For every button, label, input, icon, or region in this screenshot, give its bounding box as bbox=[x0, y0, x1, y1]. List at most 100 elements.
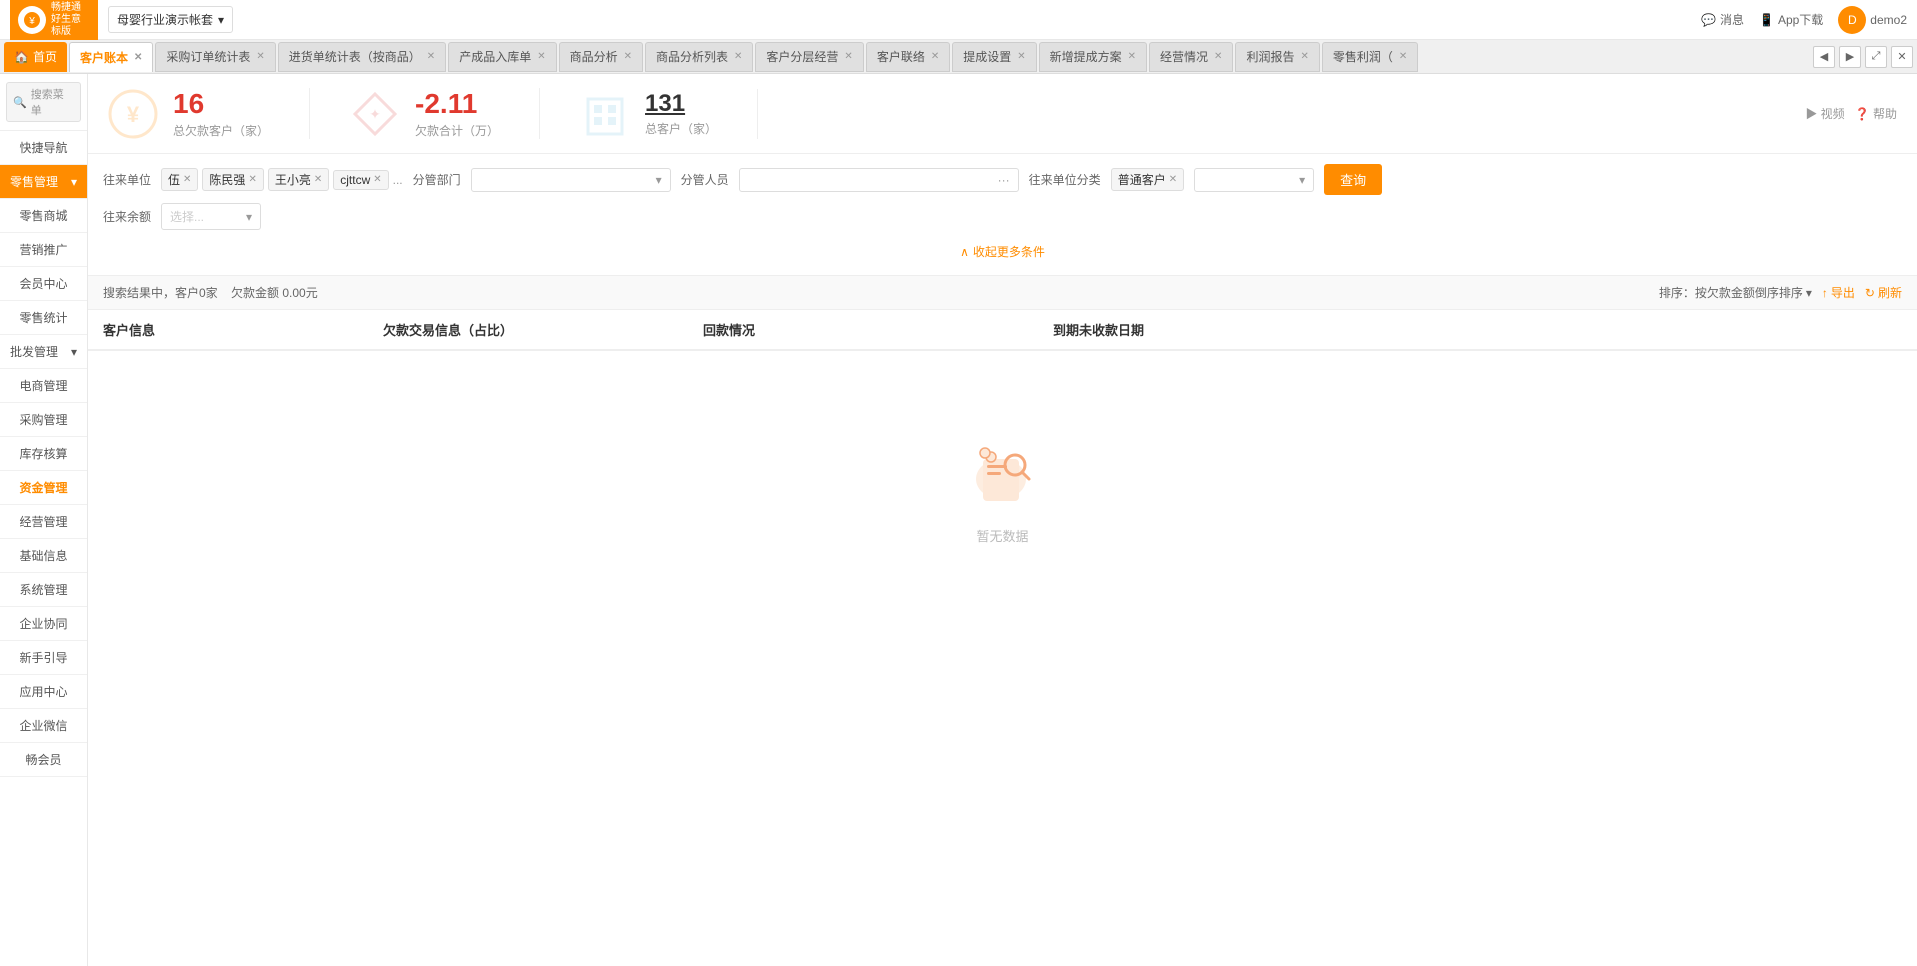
col-header-debt: 欠款交易信息（占比） bbox=[383, 320, 703, 339]
empty-illustration bbox=[963, 431, 1043, 511]
tab-profit-report[interactable]: 利润报告 ✕ bbox=[1235, 42, 1319, 72]
filter-bar: 往来单位 伍 ✕ 陈民强 ✕ 王小亮 ✕ cjttcw bbox=[88, 154, 1917, 276]
collapse-area: ∧ 收起更多条件 bbox=[103, 238, 1902, 265]
video-help-button[interactable]: ▶ 视频 bbox=[1805, 105, 1844, 122]
chevron-icon: ▾ bbox=[71, 345, 77, 359]
play-icon: ▶ bbox=[1805, 107, 1817, 121]
close-icon[interactable]: ✕ bbox=[1128, 51, 1136, 62]
tab-customer-contact[interactable]: 客户联络 ✕ bbox=[866, 42, 950, 72]
tab-operation[interactable]: 经营情况 ✕ bbox=[1149, 42, 1233, 72]
sidebar-item-retail-stats[interactable]: 零售统计 bbox=[0, 301, 87, 335]
top-bar: ¥ 畅捷通好生意 标版 母婴行业演示帐套 ▾ 💬 消息 📱 App下载 D de… bbox=[0, 0, 1917, 40]
tab-stock-stats[interactable]: 进货单统计表（按商品） ✕ bbox=[278, 42, 446, 72]
sidebar-item-retail[interactable]: 零售管理 ▾ bbox=[0, 165, 87, 199]
tab-add-commission[interactable]: 新增提成方案 ✕ bbox=[1039, 42, 1147, 72]
sidebar-item-finance[interactable]: 资金管理 bbox=[0, 471, 87, 505]
sidebar-item-ecommerce[interactable]: 电商管理 bbox=[0, 369, 87, 403]
main-layout: 🔍 搜索菜单 快捷导航 零售管理 ▾ 零售商城 营销推广 会员中心 零售统计 批… bbox=[0, 74, 1917, 966]
sidebar-item-system[interactable]: 系统管理 bbox=[0, 573, 87, 607]
tab-menu-button[interactable]: ✕ bbox=[1891, 46, 1913, 68]
svg-text:¥: ¥ bbox=[28, 16, 35, 27]
message-icon: 💬 bbox=[1701, 13, 1716, 27]
message-button[interactable]: 💬 消息 bbox=[1701, 11, 1744, 28]
sidebar-item-purchase[interactable]: 采购管理 bbox=[0, 403, 87, 437]
search-menu-button[interactable]: 🔍 搜索菜单 bbox=[6, 82, 81, 122]
unit-class-dropdown[interactable]: ▾ bbox=[1194, 168, 1314, 192]
tag-close-wu[interactable]: ✕ bbox=[183, 174, 191, 185]
sidebar-item-member2[interactable]: 畅会员 bbox=[0, 743, 87, 777]
sidebar-item-enterprise[interactable]: 企业协同 bbox=[0, 607, 87, 641]
sidebar-item-quick-nav[interactable]: 快捷导航 bbox=[0, 131, 87, 165]
tag-normal-customer: 普通客户 ✕ bbox=[1111, 168, 1184, 191]
export-button[interactable]: ↑ 导出 bbox=[1822, 284, 1855, 301]
sidebar-item-operation[interactable]: 经营管理 bbox=[0, 505, 87, 539]
tab-home[interactable]: 🏠 首页 bbox=[4, 42, 67, 72]
close-icon[interactable]: ✕ bbox=[844, 51, 852, 62]
svg-text:✦: ✦ bbox=[369, 106, 381, 122]
close-icon[interactable]: ✕ bbox=[624, 51, 632, 62]
chevron-icon: ▾ bbox=[71, 175, 77, 189]
sidebar-item-inventory[interactable]: 库存核算 bbox=[0, 437, 87, 471]
export-icon: ↑ bbox=[1822, 286, 1828, 300]
tag-close-chen[interactable]: ✕ bbox=[248, 174, 256, 185]
account-selector[interactable]: 母婴行业演示帐套 ▾ bbox=[108, 6, 233, 33]
close-icon[interactable]: ✕ bbox=[1399, 51, 1407, 62]
close-icon[interactable]: ✕ bbox=[931, 51, 939, 62]
tab-prev-button[interactable]: ◀ bbox=[1813, 46, 1835, 68]
tab-next-button[interactable]: ▶ bbox=[1839, 46, 1861, 68]
yen-circle-icon: ¥ bbox=[108, 89, 158, 139]
query-button[interactable]: 查询 bbox=[1324, 164, 1382, 195]
diamond-icon: ✦ bbox=[350, 89, 400, 139]
close-icon[interactable]: ✕ bbox=[1214, 51, 1222, 62]
sidebar-item-basic-info[interactable]: 基础信息 bbox=[0, 539, 87, 573]
table-header: 客户信息 欠款交易信息（占比） 回款情况 到期未收款日期 bbox=[88, 310, 1917, 351]
close-icon[interactable]: ✕ bbox=[734, 51, 742, 62]
close-icon[interactable]: ✕ bbox=[256, 51, 264, 62]
sidebar-item-marketing[interactable]: 营销推广 bbox=[0, 233, 87, 267]
sidebar-item-retail-mall[interactable]: 零售商城 bbox=[0, 199, 87, 233]
person-dropdown[interactable]: ··· bbox=[739, 168, 1019, 192]
close-icon[interactable]: ✕ bbox=[427, 51, 435, 62]
stats-bar: ¥ 16 总欠款客户（家） ✦ -2.11 欠款合计 bbox=[88, 74, 1917, 154]
tab-commission-setting[interactable]: 提成设置 ✕ bbox=[952, 42, 1036, 72]
user-avatar[interactable]: D demo2 bbox=[1838, 6, 1907, 34]
tab-production[interactable]: 产成品入库单 ✕ bbox=[448, 42, 556, 72]
refresh-button[interactable]: ↻ 刷新 bbox=[1865, 284, 1902, 301]
help-button[interactable]: ❓ 帮助 bbox=[1855, 105, 1897, 122]
sort-button[interactable]: 排序：按欠款金额倒序排序 ▾ bbox=[1659, 284, 1812, 301]
empty-text: 暂无数据 bbox=[976, 526, 1028, 545]
sidebar-item-member[interactable]: 会员中心 bbox=[0, 267, 87, 301]
close-icon[interactable]: ✕ bbox=[1300, 51, 1308, 62]
results-bar: 搜索结果中，客户0家 欠款金额 0.00元 排序：按欠款金额倒序排序 ▾ ↑ 导… bbox=[88, 276, 1917, 310]
chevron-down-icon: ▾ bbox=[1806, 286, 1812, 300]
stat-total-customers: ¥ 16 总欠款客户（家） bbox=[108, 88, 310, 139]
tag-close-wang[interactable]: ✕ bbox=[314, 174, 322, 185]
close-icon[interactable]: ✕ bbox=[1017, 51, 1025, 62]
unit-tags: 伍 ✕ 陈民强 ✕ 王小亮 ✕ cjttcw ✕ ... bbox=[161, 168, 403, 191]
tab-fullscreen-button[interactable]: ⤢ bbox=[1865, 46, 1887, 68]
stats-bar-actions: ▶ 视频 ❓ 帮助 bbox=[1805, 105, 1897, 122]
tab-customer-ledger[interactable]: 客户账本 ✕ bbox=[69, 42, 153, 72]
app-download-button[interactable]: 📱 App下载 bbox=[1759, 11, 1823, 28]
content-area: ¥ 16 总欠款客户（家） ✦ -2.11 欠款合计 bbox=[88, 74, 1917, 966]
results-summary: 搜索结果中，客户0家 欠款金额 0.00元 bbox=[103, 284, 318, 301]
dept-dropdown[interactable]: ▾ bbox=[471, 168, 671, 192]
tag-close-cjttcw[interactable]: ✕ bbox=[373, 174, 381, 185]
sidebar-item-app-center[interactable]: 应用中心 bbox=[0, 675, 87, 709]
refresh-icon: ↻ bbox=[1865, 286, 1875, 300]
close-icon[interactable]: ✕ bbox=[134, 52, 142, 63]
more-tags-button[interactable]: ... bbox=[393, 173, 403, 187]
tab-product-analysis[interactable]: 商品分析 ✕ bbox=[559, 42, 643, 72]
sidebar-item-wholesale[interactable]: 批发管理 ▾ bbox=[0, 335, 87, 369]
sidebar-item-guide[interactable]: 新手引导 bbox=[0, 641, 87, 675]
close-icon[interactable]: ✕ bbox=[537, 51, 545, 62]
sidebar-item-wechat[interactable]: 企业微信 bbox=[0, 709, 87, 743]
tab-retail-profit[interactable]: 零售利润（ ✕ bbox=[1322, 42, 1418, 72]
tab-purchase-order[interactable]: 采购订单统计表 ✕ bbox=[155, 42, 275, 72]
collapse-button[interactable]: ∧ 收起更多条件 bbox=[960, 238, 1045, 265]
tab-product-analysis-list[interactable]: 商品分析列表 ✕ bbox=[645, 42, 753, 72]
tag-close-normal[interactable]: ✕ bbox=[1169, 174, 1177, 185]
unit-class-tags: 普通客户 ✕ bbox=[1111, 168, 1184, 191]
balance-dropdown[interactable]: 选择... ▾ bbox=[161, 203, 261, 230]
tab-customer-layer[interactable]: 客户分层经营 ✕ bbox=[755, 42, 863, 72]
